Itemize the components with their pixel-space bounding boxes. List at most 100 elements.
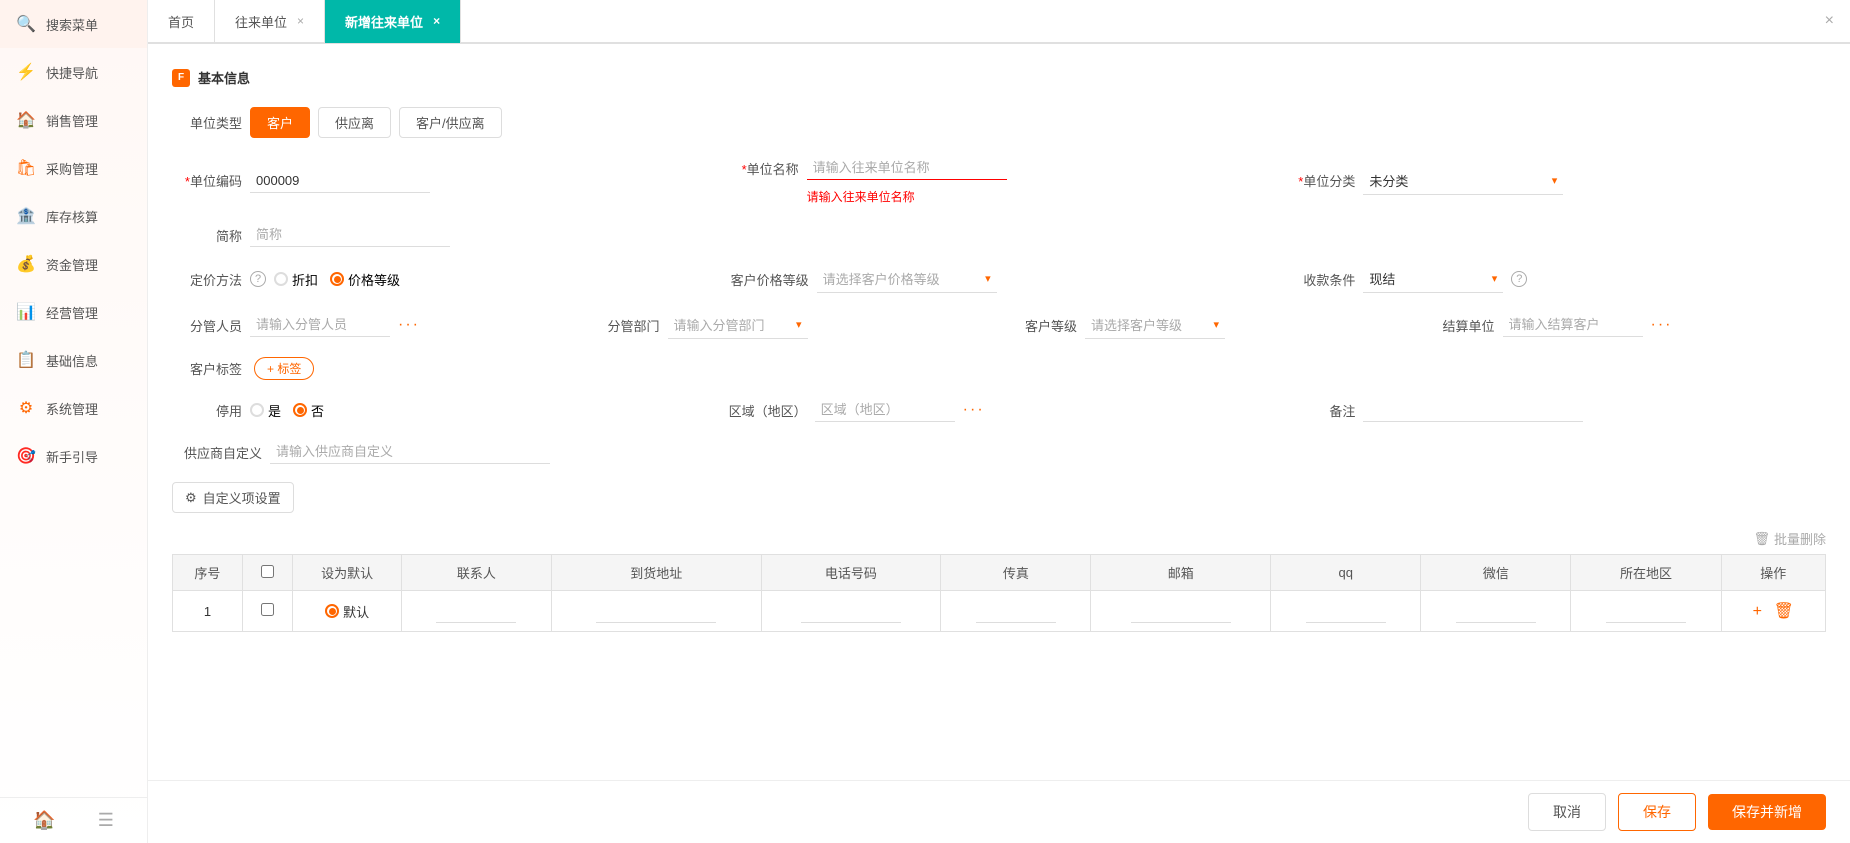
cancel-button[interactable]: 取消 bbox=[1528, 793, 1606, 831]
home-bottom-icon[interactable]: 🏠 bbox=[33, 810, 55, 831]
row-wechat[interactable] bbox=[1421, 591, 1571, 632]
row-phone[interactable] bbox=[761, 591, 941, 632]
custom-settings-button[interactable]: ⚙ 自定义项设置 bbox=[172, 482, 294, 513]
menu-bottom-icon[interactable]: ☰ bbox=[98, 810, 114, 831]
unit-btn-supplier[interactable]: 供应离 bbox=[318, 107, 391, 138]
settlement-more-dots[interactable]: ··· bbox=[1651, 316, 1673, 334]
add-row-button[interactable]: + bbox=[1749, 603, 1766, 621]
remark-input[interactable] bbox=[1363, 398, 1583, 422]
row-checkbox[interactable] bbox=[242, 591, 293, 632]
supplier-custom-input[interactable] bbox=[270, 440, 550, 464]
area-input[interactable] bbox=[815, 398, 955, 422]
tab-partners[interactable]: 往来单位 × bbox=[215, 0, 325, 43]
radio-price-level[interactable]: 价格等级 bbox=[330, 270, 400, 289]
customer-tag-label: 客户标签 bbox=[172, 359, 242, 378]
sidebar-item-guide[interactable]: 🎯 新手引导 bbox=[0, 432, 147, 480]
region-input[interactable] bbox=[1606, 599, 1686, 623]
payment-terms-select[interactable]: 现结 ▾ bbox=[1363, 265, 1503, 293]
wechat-input[interactable] bbox=[1456, 599, 1536, 623]
unit-category-select[interactable]: 未分类 ▾ bbox=[1363, 167, 1563, 195]
manager-more-dots[interactable]: ··· bbox=[398, 316, 420, 334]
unit-code-input[interactable] bbox=[250, 169, 430, 193]
manager-input[interactable] bbox=[250, 313, 390, 337]
pricing-method-label: 定价方法 bbox=[172, 270, 242, 289]
operations-icon: 📊 bbox=[16, 302, 36, 322]
unit-btn-both[interactable]: 客户/供应离 bbox=[399, 107, 502, 138]
save-new-button[interactable]: 保存并新增 bbox=[1708, 794, 1826, 830]
unit-name-input[interactable] bbox=[807, 156, 1007, 180]
sidebar-item-quick-nav[interactable]: ⚡ 快捷导航 bbox=[0, 48, 147, 96]
tab-home[interactable]: 首页 bbox=[148, 0, 215, 43]
radio-yes[interactable]: 是 bbox=[250, 401, 281, 420]
row-contact[interactable] bbox=[401, 591, 551, 632]
row-qq[interactable] bbox=[1271, 591, 1421, 632]
settlement-field: 结算单位 ··· bbox=[1425, 311, 1827, 339]
code-name-cat-row: *单位编码 *单位名称 请输入往来单位名称 *单位分类 bbox=[172, 156, 1826, 205]
save-button[interactable]: 保存 bbox=[1618, 793, 1696, 831]
sidebar-item-label: 快捷导航 bbox=[46, 63, 98, 82]
sidebar-item-inventory[interactable]: 🏦 库存核算 bbox=[0, 192, 147, 240]
sidebar-item-sales[interactable]: 🏠 销售管理 bbox=[0, 96, 147, 144]
row-check[interactable] bbox=[261, 603, 274, 616]
radio-yes-circle bbox=[250, 403, 264, 417]
customer-price-select[interactable]: 请选择客户价格等级 ▾ bbox=[817, 265, 997, 293]
tab-partners-label: 往来单位 bbox=[235, 12, 287, 31]
col-fax: 传真 bbox=[941, 555, 1091, 591]
payment-help-icon[interactable]: ? bbox=[1511, 271, 1527, 287]
fax-input[interactable] bbox=[976, 599, 1056, 623]
area-more-dots[interactable]: ··· bbox=[963, 401, 985, 419]
dept-select[interactable]: 请输入分管部门 ▾ bbox=[668, 311, 808, 339]
supplier-custom-label: 供应商自定义 bbox=[172, 443, 262, 462]
row-address[interactable] bbox=[551, 591, 761, 632]
col-action: 操作 bbox=[1721, 555, 1826, 591]
sidebar-item-purchase[interactable]: 🛍 采购管理 bbox=[0, 144, 147, 192]
email-input[interactable] bbox=[1131, 599, 1231, 623]
radio-discount[interactable]: 折扣 bbox=[274, 270, 318, 289]
customer-price-label: 客户价格等级 bbox=[729, 270, 809, 289]
phone-input[interactable] bbox=[801, 599, 901, 623]
select-all-checkbox[interactable] bbox=[261, 565, 274, 578]
section-title: 基本信息 bbox=[198, 68, 250, 87]
short-name-input[interactable] bbox=[250, 223, 450, 247]
settlement-input[interactable] bbox=[1503, 313, 1643, 337]
sidebar-item-operations[interactable]: 📊 经营管理 bbox=[0, 288, 147, 336]
sidebar-item-finance[interactable]: 💰 资金管理 bbox=[0, 240, 147, 288]
dept-placeholder: 请输入分管部门 bbox=[674, 315, 792, 334]
sidebar-item-label: 采购管理 bbox=[46, 159, 98, 178]
tab-partners-close[interactable]: × bbox=[297, 14, 304, 28]
contact-input[interactable] bbox=[436, 599, 516, 623]
row-fax[interactable] bbox=[941, 591, 1091, 632]
customer-price-placeholder: 请选择客户价格等级 bbox=[823, 269, 981, 288]
row-region[interactable] bbox=[1571, 591, 1721, 632]
unit-btn-customer[interactable]: 客户 bbox=[250, 107, 310, 138]
sidebar-item-system[interactable]: ⚙ 系统管理 bbox=[0, 384, 147, 432]
add-tag-button[interactable]: + 标签 bbox=[254, 357, 314, 380]
radio-no[interactable]: 否 bbox=[293, 401, 324, 420]
customer-level-select[interactable]: 请选择客户等级 ▾ bbox=[1085, 311, 1225, 339]
manager-field: 分管人员 ··· bbox=[172, 311, 574, 339]
tabbar-close-all[interactable]: × bbox=[1809, 12, 1850, 30]
sidebar-item-search[interactable]: 🔍 搜索菜单 bbox=[0, 0, 147, 48]
manager-label: 分管人员 bbox=[172, 316, 242, 335]
radio-price-level-label: 价格等级 bbox=[348, 270, 400, 289]
table-header-row: 序号 设为默认 联系人 到货地址 电话号码 传真 邮箱 qq 微信 所在地区 操… bbox=[173, 555, 1826, 591]
delete-row-button[interactable]: 🗑 bbox=[1770, 601, 1798, 621]
pricing-help-icon[interactable]: ? bbox=[250, 271, 266, 287]
col-address: 到货地址 bbox=[551, 555, 761, 591]
sidebar-item-label: 新手引导 bbox=[46, 447, 98, 466]
col-index: 序号 bbox=[173, 555, 243, 591]
quick-nav-icon: ⚡ bbox=[16, 62, 36, 82]
tab-new-partner-close[interactable]: × bbox=[433, 14, 440, 28]
tab-new-partner-label: 新增往来单位 bbox=[345, 12, 423, 31]
batch-delete-btn[interactable]: 🗑 批量删除 bbox=[172, 529, 1826, 548]
unit-category-chevron: ▾ bbox=[1552, 174, 1558, 187]
address-input[interactable] bbox=[596, 599, 716, 623]
tab-new-partner[interactable]: 新增往来单位 × bbox=[325, 0, 461, 43]
sidebar-item-basics[interactable]: 📋 基础信息 bbox=[0, 336, 147, 384]
radio-discount-circle bbox=[274, 272, 288, 286]
section-icon: F bbox=[172, 69, 190, 87]
radio-no-circle bbox=[293, 403, 307, 417]
row-email[interactable] bbox=[1091, 591, 1271, 632]
row-default-radio[interactable]: 默认 bbox=[303, 602, 391, 621]
qq-input[interactable] bbox=[1306, 599, 1386, 623]
